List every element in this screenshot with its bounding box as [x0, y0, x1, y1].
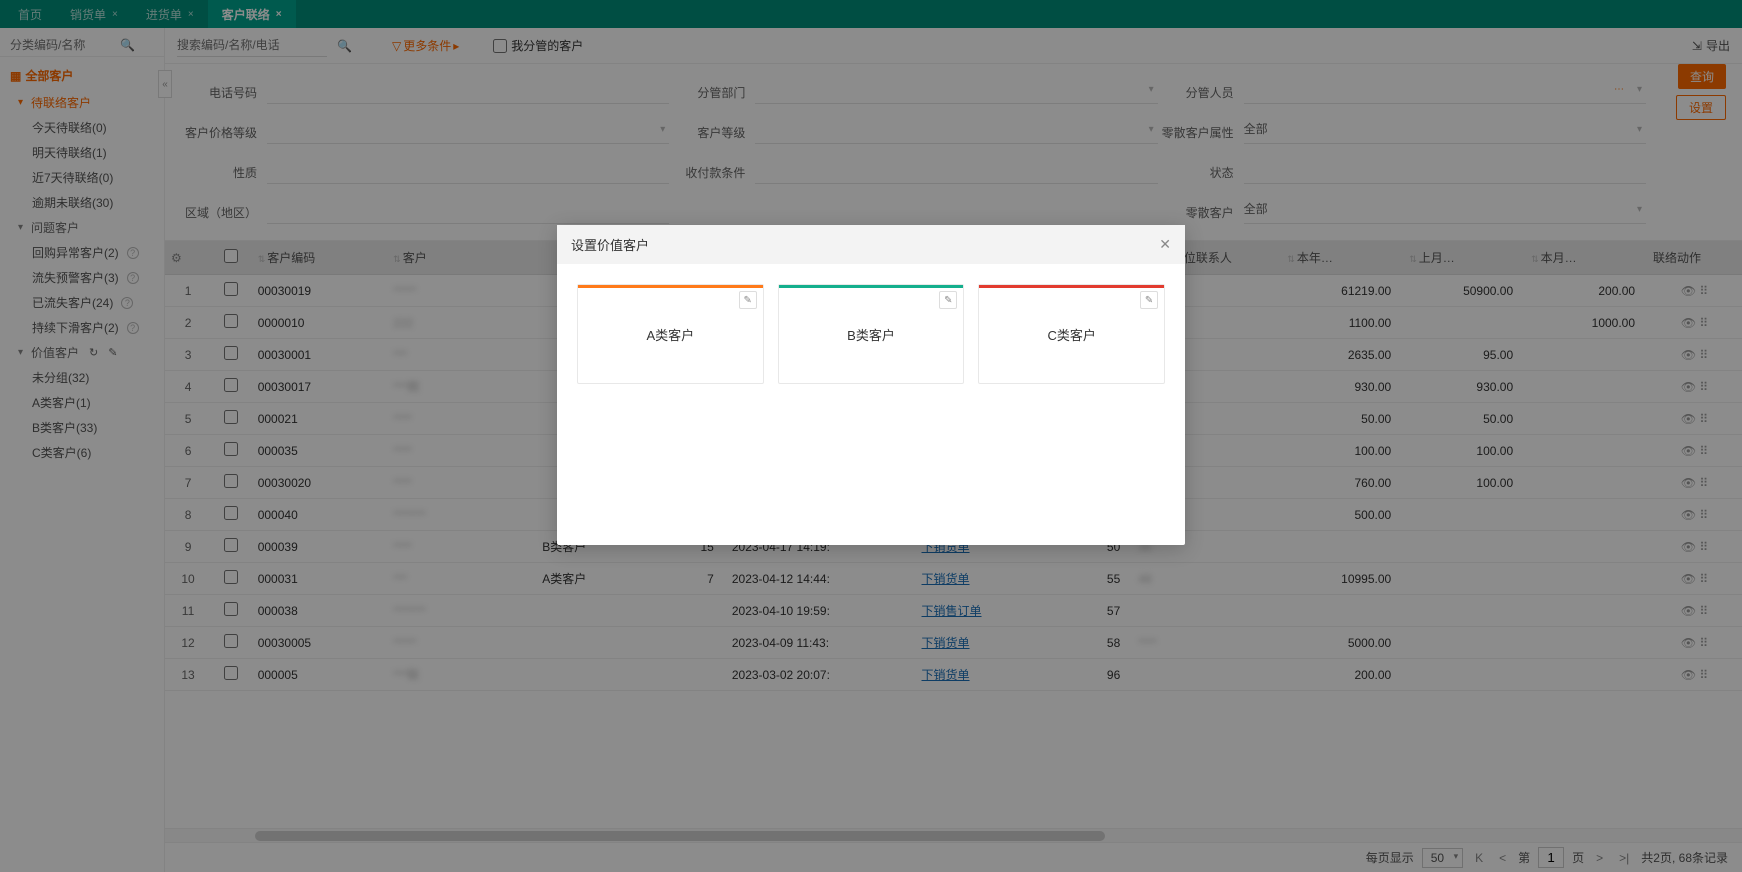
card-label: B类客户 — [847, 325, 895, 344]
value-customer-modal: 设置价值客户 ✕ ✎ A类客户 ✎ B类客户 ✎ C类客户 — [557, 225, 1185, 545]
modal-close-button[interactable]: ✕ — [1159, 236, 1171, 253]
modal-overlay[interactable]: 设置价值客户 ✕ ✎ A类客户 ✎ B类客户 ✎ C类客户 — [0, 0, 1742, 872]
card-label: A类客户 — [647, 325, 695, 344]
card-edit-icon[interactable]: ✎ — [739, 291, 757, 309]
card-label: C类客户 — [1047, 325, 1095, 344]
card-class-a[interactable]: ✎ A类客户 — [577, 284, 764, 384]
card-edit-icon[interactable]: ✎ — [939, 291, 957, 309]
card-class-c[interactable]: ✎ C类客户 — [978, 284, 1165, 384]
card-edit-icon[interactable]: ✎ — [1140, 291, 1158, 309]
card-class-b[interactable]: ✎ B类客户 — [778, 284, 965, 384]
modal-title: 设置价值客户 — [571, 235, 649, 254]
